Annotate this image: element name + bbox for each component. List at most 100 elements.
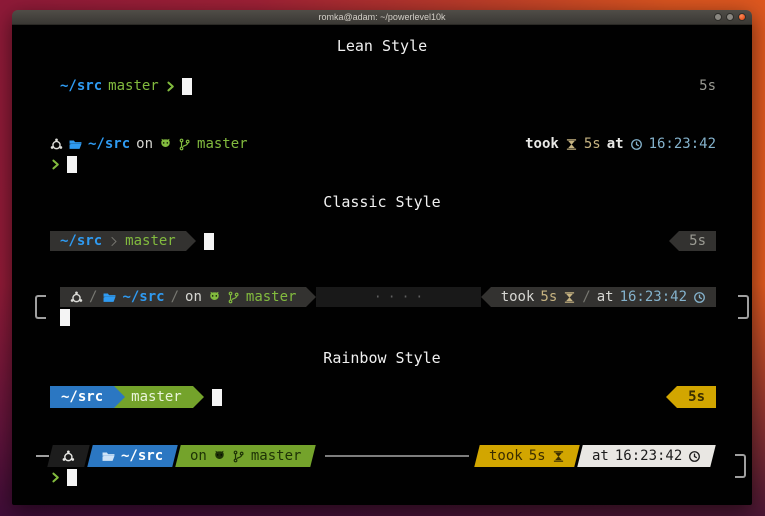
at-label: at [592, 448, 609, 464]
lean-prompt-single: ~/src master 5s [50, 75, 716, 97]
section-heading-lean: Lean Style [12, 37, 752, 55]
took-label: took [501, 289, 535, 305]
git-branch: master [246, 289, 297, 305]
close-button[interactable] [738, 13, 746, 21]
minimize-button[interactable] [714, 13, 722, 21]
powerline-segment-time: at 16:23:42 [577, 445, 716, 467]
classic-prompt-multiline-bottom [50, 306, 716, 328]
powerline-segment-duration-time: took 5s / at 16:23:42 [491, 287, 716, 307]
ubuntu-logo-icon [62, 450, 75, 463]
cursor-block [212, 389, 222, 406]
powerline-arrow-icon [481, 287, 491, 307]
folder-icon [69, 138, 82, 151]
github-icon [213, 450, 226, 463]
github-icon [208, 291, 221, 304]
timestamp: 16:23:42 [620, 289, 687, 305]
rainbow-prompt-multiline-top: ~/src on master took [50, 445, 716, 467]
powerline-segment-os-dir-git: / ~/src / on master [60, 287, 306, 307]
hourglass-icon [565, 138, 578, 151]
on-label: on [136, 136, 153, 152]
command-duration: 5s [529, 448, 546, 464]
powerline-arrow-icon [666, 386, 677, 408]
powerline-arrow-icon [186, 231, 196, 251]
at-label: at [597, 289, 614, 305]
section-heading-rainbow: Rainbow Style [12, 349, 752, 367]
git-branch-icon [227, 291, 240, 304]
rainbow-prompt-single: ~/src master 5s [50, 386, 716, 408]
clock-icon [688, 450, 701, 463]
cursor-block [60, 309, 70, 326]
folder-icon [102, 450, 115, 463]
git-branch: master [125, 233, 176, 249]
command-duration: 5s [540, 289, 557, 305]
segment-separator-chevron-icon [108, 236, 119, 247]
git-branch: master [108, 78, 159, 94]
powerline-segment-os [47, 445, 89, 467]
powerline-segment-dir: ~/src [50, 386, 114, 408]
slash-separator: / [582, 289, 590, 305]
current-directory: ~/src [60, 78, 102, 94]
powerline-segment-dir-git: ~/src master [50, 231, 186, 251]
slash-separator: / [171, 289, 179, 305]
took-label: took [489, 448, 523, 464]
powerline-segment-git: master [114, 386, 193, 408]
clock-icon [693, 291, 706, 304]
ubuntu-logo-icon [70, 291, 83, 304]
git-branch-icon [178, 138, 191, 151]
git-branch: master [131, 389, 182, 405]
command-duration: 5s [688, 389, 705, 405]
command-duration: 5s [584, 136, 601, 152]
prompt-chevron-icon [50, 159, 61, 170]
rainbow-prompt-multiline-bottom [50, 466, 716, 488]
git-branch: master [197, 136, 248, 152]
prompt-frame-left-stub [36, 455, 49, 457]
command-duration: 5s [689, 233, 706, 249]
clock-icon [630, 138, 643, 151]
cursor-block [67, 156, 77, 173]
terminal-window: romka@adam: ~/powerlevel10k Lean Style ~… [12, 10, 752, 505]
at-label: at [607, 136, 624, 152]
filler-dots: ···· [368, 290, 429, 305]
desktop-background: romka@adam: ~/powerlevel10k Lean Style ~… [0, 0, 765, 516]
lean-prompt-multiline-top: ~/src on master took 5s at 16:23:42 [50, 133, 716, 155]
window-title: romka@adam: ~/powerlevel10k [12, 10, 752, 24]
timestamp: 16:23:42 [615, 448, 682, 464]
prompt-connection-filler: ···· [316, 287, 480, 307]
lean-prompt-multiline-bottom [50, 153, 716, 175]
window-controls [714, 13, 746, 21]
prompt-chevron-icon [165, 81, 176, 92]
hourglass-icon [552, 450, 565, 463]
ubuntu-logo-icon [50, 138, 63, 151]
cursor-block [182, 78, 192, 95]
section-heading-classic: Classic Style [12, 193, 752, 211]
git-branch-icon [232, 450, 245, 463]
cursor-block [204, 233, 214, 250]
slash-separator: / [89, 289, 97, 305]
prompt-connection-line [325, 455, 470, 457]
current-directory: ~/src [121, 448, 163, 464]
powerline-segment-duration: took 5s [474, 445, 579, 467]
current-directory: ~/src [60, 233, 102, 249]
current-directory: ~/src [61, 389, 103, 405]
classic-prompt-single: ~/src master 5s [50, 230, 716, 252]
powerline-segment-duration: 5s [679, 231, 716, 251]
prompt-chevron-icon [50, 472, 61, 483]
hourglass-icon [563, 291, 576, 304]
on-label: on [190, 448, 207, 464]
powerline-arrow-icon [669, 231, 679, 251]
prompt-frame-right-bracket [738, 295, 749, 319]
window-titlebar[interactable]: romka@adam: ~/powerlevel10k [12, 10, 752, 25]
git-branch: master [251, 448, 302, 464]
on-label: on [185, 289, 202, 305]
command-duration: 5s [699, 78, 716, 94]
github-icon [159, 138, 172, 151]
prompt-frame-left-bracket [35, 295, 46, 319]
powerline-arrow-icon [306, 287, 316, 307]
powerline-segment-git: on master [175, 445, 316, 467]
maximize-button[interactable] [726, 13, 734, 21]
powerline-segment-dir: ~/src [87, 445, 178, 467]
powerline-segment-duration: 5s [677, 386, 716, 408]
powerline-arrow-icon [193, 386, 204, 408]
terminal-screen[interactable]: Lean Style ~/src master 5s ~/src [12, 25, 752, 505]
timestamp: 16:23:42 [649, 136, 716, 152]
